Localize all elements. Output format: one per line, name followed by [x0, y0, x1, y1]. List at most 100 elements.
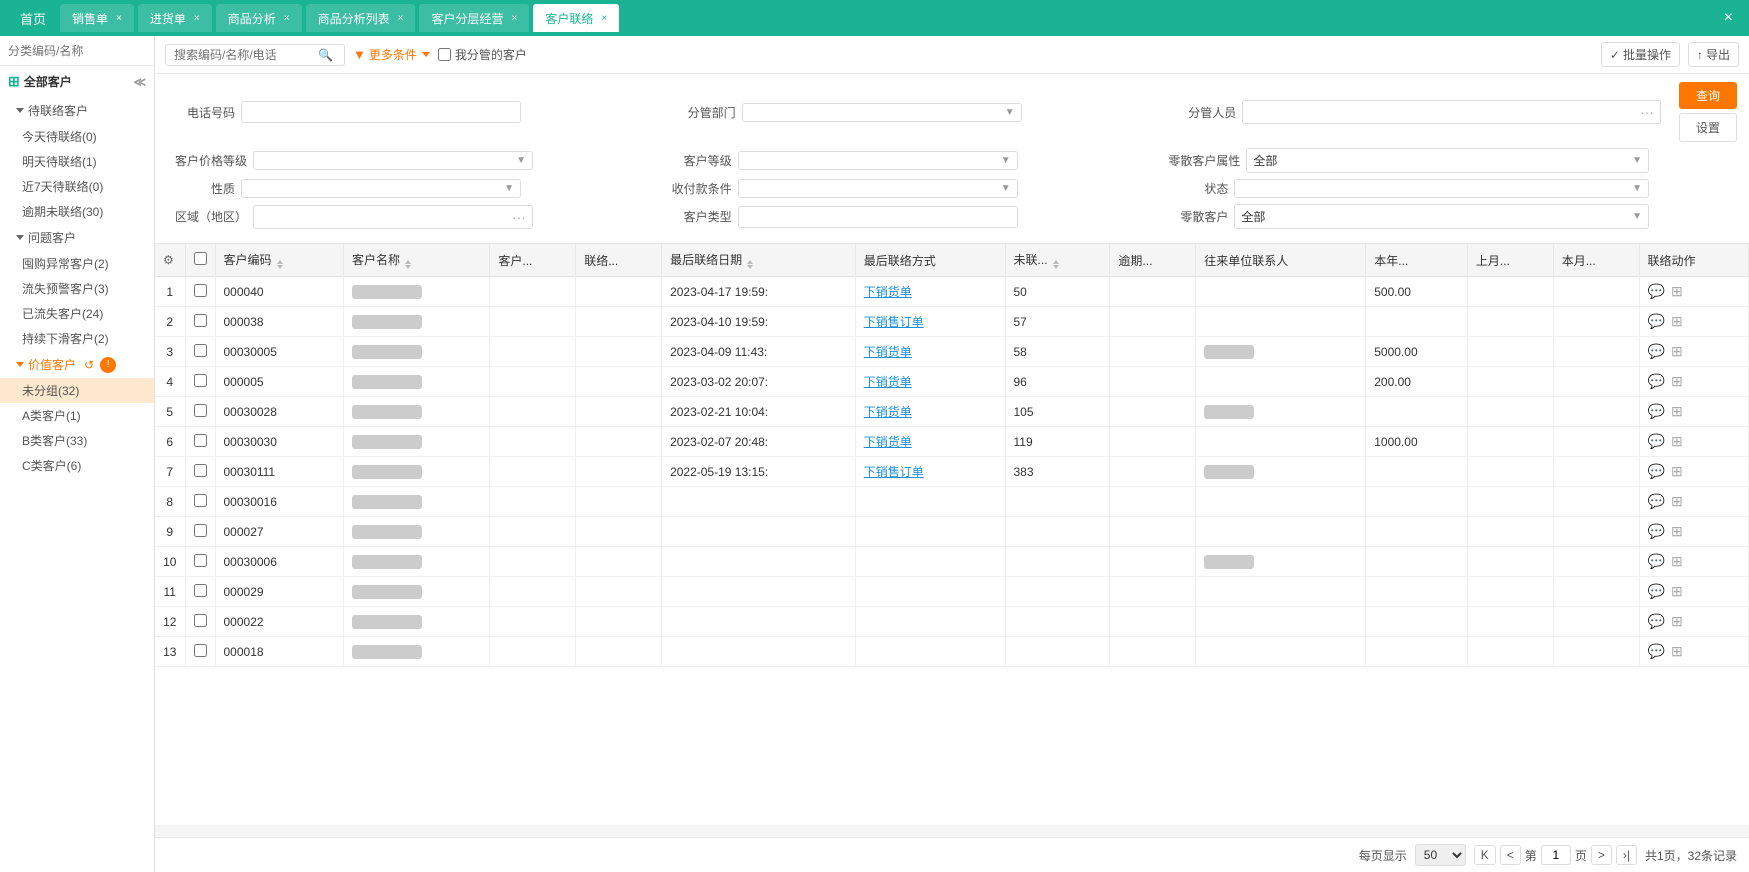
region-dots-icon[interactable]: ··· — [512, 209, 526, 225]
filter-select-retail-attr[interactable]: 全部 ▼ — [1246, 148, 1649, 173]
query-button[interactable]: 查询 — [1679, 82, 1737, 109]
grid-icon[interactable]: ⊞ — [1671, 643, 1683, 660]
last-page-btn[interactable]: ›| — [1616, 845, 1637, 865]
message-icon[interactable]: 💬 — [1648, 373, 1665, 390]
close-tab-customer-segment[interactable]: × — [511, 13, 517, 24]
row-check[interactable] — [185, 637, 215, 667]
grid-icon[interactable]: ⊞ — [1671, 463, 1683, 480]
grid-icon[interactable]: ⊞ — [1671, 523, 1683, 540]
row-check[interactable] — [185, 397, 215, 427]
sidebar-item-ungroup[interactable]: 未分组(32) — [0, 378, 154, 403]
filter-select-nature[interactable]: ▼ — [241, 179, 521, 198]
row-checkbox[interactable] — [194, 494, 207, 507]
message-icon[interactable]: 💬 — [1648, 553, 1665, 570]
close-tab-analysis[interactable]: × — [284, 13, 290, 24]
filter-select-retail[interactable]: 全部 ▼ — [1234, 204, 1649, 229]
horizontal-scrollbar[interactable] — [155, 825, 1749, 837]
contact-way-link[interactable]: 下销售订单 — [864, 315, 924, 329]
filter-input-phone[interactable] — [241, 101, 521, 123]
grid-icon[interactable]: ⊞ — [1671, 313, 1683, 330]
sidebar-search-input[interactable] — [8, 44, 155, 58]
grid-icon[interactable]: ⊞ — [1671, 433, 1683, 450]
contact-way-link[interactable]: 下销货单 — [864, 405, 912, 419]
row-last-contact-way[interactable]: 下销货单 — [855, 367, 1005, 397]
settings-icon[interactable]: ⚙ — [163, 253, 174, 267]
nav-tab-customer-contact[interactable]: 客户联络 × — [533, 4, 619, 32]
row-check[interactable] — [185, 307, 215, 337]
prev-page-btn[interactable]: < — [1500, 845, 1521, 865]
contact-way-link[interactable]: 下销货单 — [864, 375, 912, 389]
reset-button[interactable]: 设置 — [1679, 113, 1737, 142]
message-icon[interactable]: 💬 — [1648, 343, 1665, 360]
contact-way-link[interactable]: 下销货单 — [864, 435, 912, 449]
filter-input-customer-type[interactable] — [738, 206, 1018, 228]
filter-select-grade[interactable]: ▼ — [738, 151, 1018, 170]
filter-select-region[interactable]: ··· — [253, 205, 533, 229]
row-check[interactable] — [185, 367, 215, 397]
sidebar-group-problem[interactable]: 问题客户 — [0, 224, 154, 251]
row-checkbox[interactable] — [194, 554, 207, 567]
filter-select-payment[interactable]: ▼ — [738, 179, 1018, 198]
export-btn[interactable]: ↑ 导出 — [1688, 42, 1739, 67]
page-input[interactable] — [1541, 845, 1571, 865]
grid-icon[interactable]: ⊞ — [1671, 493, 1683, 510]
page-size-select[interactable]: 50 20 100 — [1415, 844, 1466, 866]
row-last-contact-way[interactable]: 下销货单 — [855, 277, 1005, 307]
message-icon[interactable]: 💬 — [1648, 403, 1665, 420]
contact-way-link[interactable]: 下销货单 — [864, 345, 912, 359]
sidebar-item-class-b[interactable]: B类客户(33) — [0, 428, 154, 453]
row-check[interactable] — [185, 277, 215, 307]
nav-tab-purchase[interactable]: 进货单 × — [138, 4, 212, 32]
message-icon[interactable]: 💬 — [1648, 643, 1665, 660]
sidebar-item-declining[interactable]: 持续下滑客户(2) — [0, 326, 154, 351]
sidebar-item-warning[interactable]: 流失预警客户(3) — [0, 276, 154, 301]
nav-tab-sales[interactable]: 销售单 × — [60, 4, 134, 32]
next-page-btn[interactable]: > — [1591, 845, 1612, 865]
row-checkbox[interactable] — [194, 404, 207, 417]
message-icon[interactable]: 💬 — [1648, 463, 1665, 480]
grid-icon[interactable]: ⊞ — [1671, 553, 1683, 570]
nav-tab-analysis[interactable]: 商品分析 × — [216, 4, 302, 32]
message-icon[interactable]: 💬 — [1648, 433, 1665, 450]
row-checkbox[interactable] — [194, 644, 207, 657]
sidebar-all-customers[interactable]: ⊞ 全部客户 ≪ — [0, 66, 154, 97]
message-icon[interactable]: 💬 — [1648, 583, 1665, 600]
row-last-contact-way[interactable] — [855, 547, 1005, 577]
row-last-contact-way[interactable]: 下销售订单 — [855, 457, 1005, 487]
my-customers-checkbox[interactable]: 我分管的客户 — [438, 46, 527, 63]
my-customers-check[interactable] — [438, 48, 451, 61]
sidebar-item-class-c[interactable]: C类客户(6) — [0, 453, 154, 478]
row-last-contact-way[interactable]: 下销货单 — [855, 427, 1005, 457]
select-all-checkbox[interactable] — [194, 252, 207, 265]
manager-dots-icon[interactable]: ··· — [1640, 104, 1654, 120]
row-check[interactable] — [185, 337, 215, 367]
close-tab-customer-contact[interactable]: × — [601, 13, 607, 24]
row-checkbox[interactable] — [194, 434, 207, 447]
message-icon[interactable]: 💬 — [1648, 613, 1665, 630]
filter-select-price-grade[interactable]: ▼ — [253, 151, 533, 170]
close-tab-analysis-list[interactable]: × — [398, 13, 404, 24]
message-icon[interactable]: 💬 — [1648, 283, 1665, 300]
row-check[interactable] — [185, 547, 215, 577]
main-search-icon[interactable]: 🔍 — [318, 48, 333, 62]
row-check[interactable] — [185, 457, 215, 487]
close-tab-purchase[interactable]: × — [194, 13, 200, 24]
nav-home[interactable]: 首页 — [8, 9, 58, 28]
row-checkbox[interactable] — [194, 314, 207, 327]
row-check[interactable] — [185, 577, 215, 607]
row-last-contact-way[interactable]: 下销货单 — [855, 397, 1005, 427]
first-page-btn[interactable]: K — [1474, 845, 1496, 865]
row-last-contact-way[interactable]: 下销货单 — [855, 337, 1005, 367]
close-tab-sales[interactable]: × — [116, 13, 122, 24]
row-last-contact-way[interactable] — [855, 487, 1005, 517]
row-last-contact-way[interactable] — [855, 607, 1005, 637]
sidebar-item-abnormal[interactable]: 囤购异常客户(2) — [0, 251, 154, 276]
filter-select-manager[interactable]: ··· — [1242, 100, 1661, 124]
grid-icon[interactable]: ⊞ — [1671, 373, 1683, 390]
contact-way-link[interactable]: 下销货单 — [864, 285, 912, 299]
row-check[interactable] — [185, 517, 215, 547]
sidebar-item-class-a[interactable]: A类客户(1) — [0, 403, 154, 428]
row-check[interactable] — [185, 427, 215, 457]
row-check[interactable] — [185, 607, 215, 637]
contact-way-link[interactable]: 下销售订单 — [864, 465, 924, 479]
